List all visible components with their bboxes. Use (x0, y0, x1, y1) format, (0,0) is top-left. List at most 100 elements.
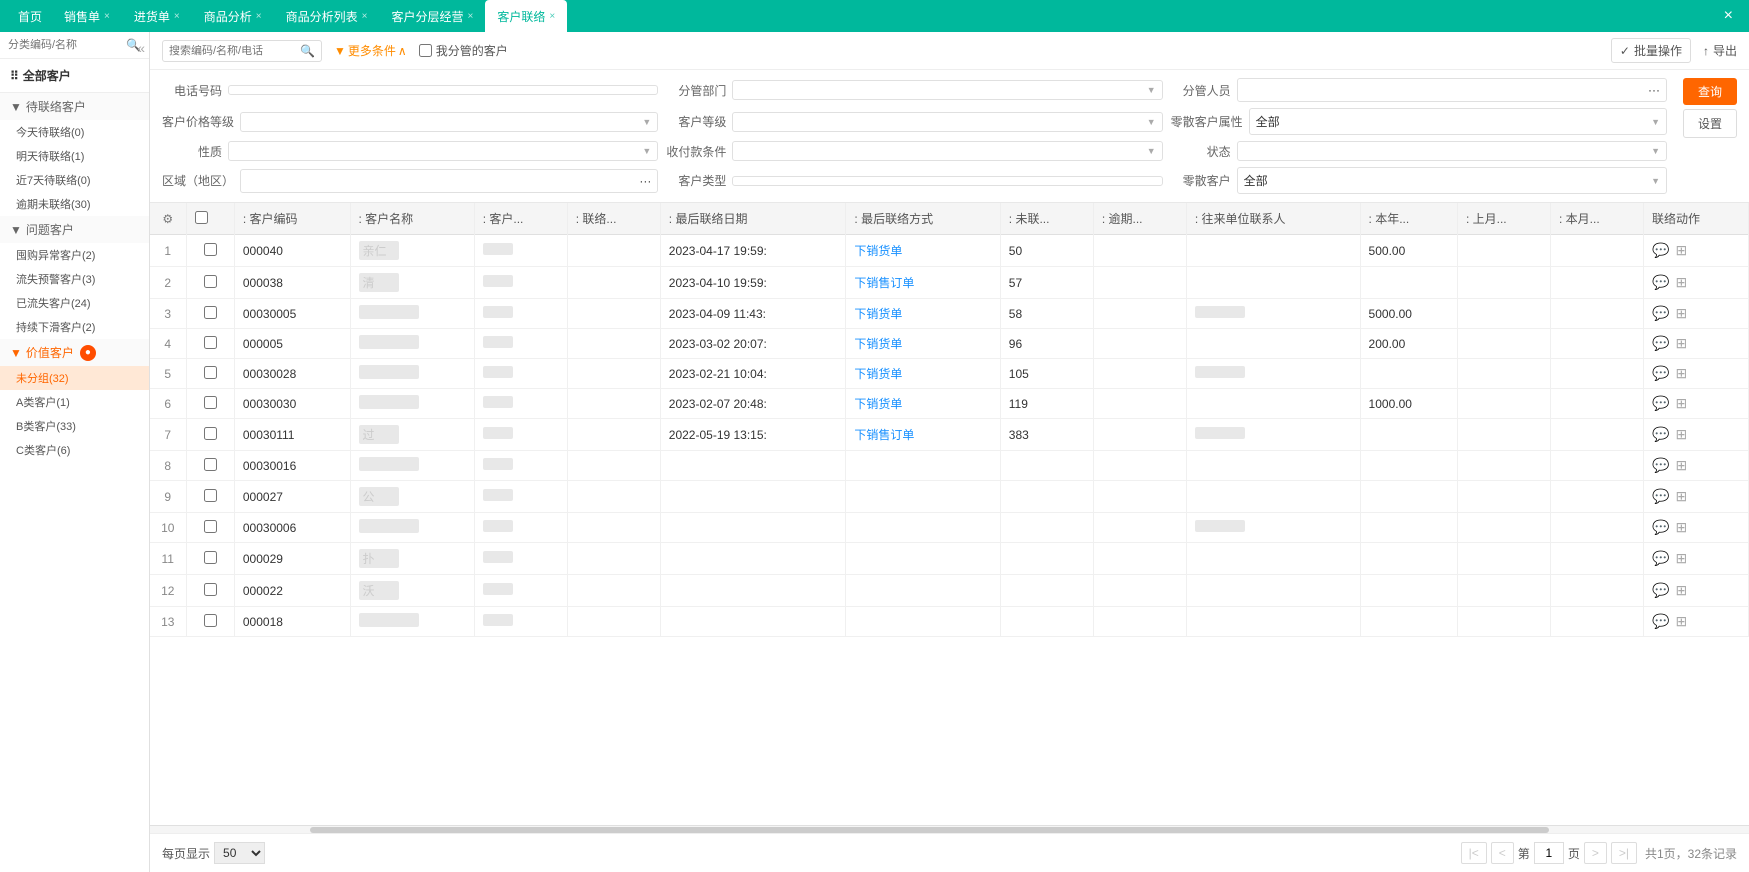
tab-product-analysis[interactable]: 商品分析 × (192, 0, 274, 32)
chat-icon[interactable]: 💬 (1652, 274, 1669, 291)
close-tab-segment[interactable]: × (467, 11, 473, 22)
row-checkbox[interactable] (204, 489, 217, 502)
nav-home[interactable]: 首页 (8, 8, 52, 25)
close-tab-product[interactable]: × (256, 11, 262, 22)
price-level-input[interactable]: ▼ (240, 112, 658, 132)
section-pending[interactable]: ▼ 待联络客户 (0, 93, 149, 120)
sidebar-item-7days[interactable]: 近7天待联络(0) (0, 168, 149, 192)
reset-button[interactable]: 设置 (1683, 109, 1737, 138)
row-checkbox[interactable] (204, 336, 217, 349)
retail-attr-input[interactable]: 全部 ▼ (1249, 108, 1667, 135)
apps-icon[interactable]: ⊞ (1675, 613, 1687, 630)
window-close[interactable]: × (1716, 7, 1741, 25)
next-page-btn[interactable]: > (1584, 842, 1607, 864)
apps-icon[interactable]: ⊞ (1675, 335, 1687, 352)
apps-icon[interactable]: ⊞ (1675, 488, 1687, 505)
apps-icon[interactable]: ⊞ (1675, 274, 1687, 291)
sidebar-item-class-a[interactable]: A类客户(1) (0, 390, 149, 414)
row-checkbox[interactable] (204, 458, 217, 471)
chat-icon[interactable]: 💬 (1652, 242, 1669, 259)
th-settings[interactable]: ⚙ (150, 203, 186, 235)
apps-icon[interactable]: ⊞ (1675, 365, 1687, 382)
sidebar-item-tomorrow[interactable]: 明天待联络(1) (0, 144, 149, 168)
last-page-btn[interactable]: >| (1611, 842, 1637, 864)
retail-customer-input[interactable]: 全部 ▼ (1237, 167, 1667, 194)
horizontal-scrollbar[interactable] (150, 825, 1749, 833)
chat-icon[interactable]: 💬 (1652, 519, 1669, 536)
sidebar-item-churn-warning[interactable]: 流失预警客户(3) (0, 267, 149, 291)
my-customers-check[interactable] (419, 44, 432, 57)
tab-purchase[interactable]: 进货单 × (122, 0, 192, 32)
apps-icon[interactable]: ⊞ (1675, 305, 1687, 322)
chat-icon[interactable]: 💬 (1652, 395, 1669, 412)
apps-icon[interactable]: ⊞ (1675, 457, 1687, 474)
chat-icon[interactable]: 💬 (1652, 365, 1669, 382)
chat-icon[interactable]: 💬 (1652, 335, 1669, 352)
chat-icon[interactable]: 💬 (1652, 457, 1669, 474)
tab-sales[interactable]: 销售单 × (52, 0, 122, 32)
last-method-link[interactable]: 下销货单 (854, 397, 902, 411)
last-method-link[interactable]: 下销售订单 (854, 428, 914, 442)
apps-icon[interactable]: ⊞ (1675, 242, 1687, 259)
last-method-link[interactable]: 下销货单 (854, 244, 902, 258)
row-checkbox[interactable] (204, 306, 217, 319)
search-icon[interactable]: 🔍 (300, 44, 315, 58)
chat-icon[interactable]: 💬 (1652, 488, 1669, 505)
sidebar-item-today[interactable]: 今天待联络(0) (0, 120, 149, 144)
status-input[interactable]: ▼ (1237, 141, 1667, 161)
manager-input[interactable]: ··· (1237, 78, 1667, 102)
row-checkbox[interactable] (204, 551, 217, 564)
chat-icon[interactable]: 💬 (1652, 426, 1669, 443)
batch-operation-btn[interactable]: ✓ 批量操作 (1611, 38, 1691, 63)
chat-icon[interactable]: 💬 (1652, 305, 1669, 322)
last-method-link[interactable]: 下销货单 (854, 367, 902, 381)
more-conditions-btn[interactable]: ▼ 更多条件 ∧ (334, 42, 407, 59)
search-input[interactable] (169, 45, 296, 57)
section-problem[interactable]: ▼ 问题客户 (0, 216, 149, 243)
export-btn[interactable]: ↑ 导出 (1703, 42, 1737, 59)
phone-input[interactable] (228, 85, 658, 95)
query-button[interactable]: 查询 (1683, 78, 1737, 105)
apps-icon[interactable]: ⊞ (1675, 550, 1687, 567)
row-checkbox[interactable] (204, 614, 217, 627)
sidebar-collapse-btn[interactable]: « (133, 38, 149, 58)
close-tab-purchase[interactable]: × (174, 11, 180, 22)
row-checkbox[interactable] (204, 275, 217, 288)
row-checkbox[interactable] (204, 396, 217, 409)
tab-product-list[interactable]: 商品分析列表 × (274, 0, 380, 32)
nature-input[interactable]: ▼ (228, 141, 658, 161)
area-input[interactable]: ··· (240, 169, 658, 193)
chat-icon[interactable]: 💬 (1652, 582, 1669, 599)
last-method-link[interactable]: 下销售订单 (854, 276, 914, 290)
page-size-select[interactable]: 50 100 200 (214, 842, 265, 864)
sidebar-item-declining[interactable]: 持续下滑客户(2) (0, 315, 149, 339)
close-tab-sales[interactable]: × (104, 11, 110, 22)
my-customers-checkbox[interactable]: 我分管的客户 (419, 42, 508, 59)
customer-level-input[interactable]: ▼ (732, 112, 1162, 132)
sidebar-item-class-c[interactable]: C类客户(6) (0, 438, 149, 462)
apps-icon[interactable]: ⊞ (1675, 519, 1687, 536)
settings-icon[interactable]: ⚙ (162, 212, 173, 226)
sidebar-all-customers[interactable]: ⠿ 全部客户 (0, 59, 149, 93)
row-checkbox[interactable] (204, 520, 217, 533)
apps-icon[interactable]: ⊞ (1675, 395, 1687, 412)
close-tab-contact[interactable]: × (549, 11, 555, 22)
sidebar-item-ungroup[interactable]: 未分组(32) (0, 366, 149, 390)
sidebar-item-abnormal[interactable]: 囤购异常客户(2) (0, 243, 149, 267)
customer-type-input[interactable] (732, 176, 1162, 186)
close-tab-product-list[interactable]: × (362, 11, 368, 22)
row-checkbox[interactable] (204, 243, 217, 256)
sidebar-item-overdue[interactable]: 逾期未联络(30) (0, 192, 149, 216)
first-page-btn[interactable]: |< (1461, 842, 1487, 864)
chat-icon[interactable]: 💬 (1652, 613, 1669, 630)
sidebar-search-input[interactable] (8, 39, 122, 51)
last-method-link[interactable]: 下销货单 (854, 307, 902, 321)
row-checkbox[interactable] (204, 583, 217, 596)
section-value[interactable]: ▼ 价值客户 ● (0, 339, 149, 366)
dept-input[interactable]: ▼ (732, 80, 1162, 100)
row-checkbox[interactable] (204, 427, 217, 440)
payment-input[interactable]: ▼ (732, 141, 1162, 161)
row-checkbox[interactable] (204, 366, 217, 379)
tab-customer-segment[interactable]: 客户分层经营 × (379, 0, 485, 32)
sidebar-item-class-b[interactable]: B类客户(33) (0, 414, 149, 438)
